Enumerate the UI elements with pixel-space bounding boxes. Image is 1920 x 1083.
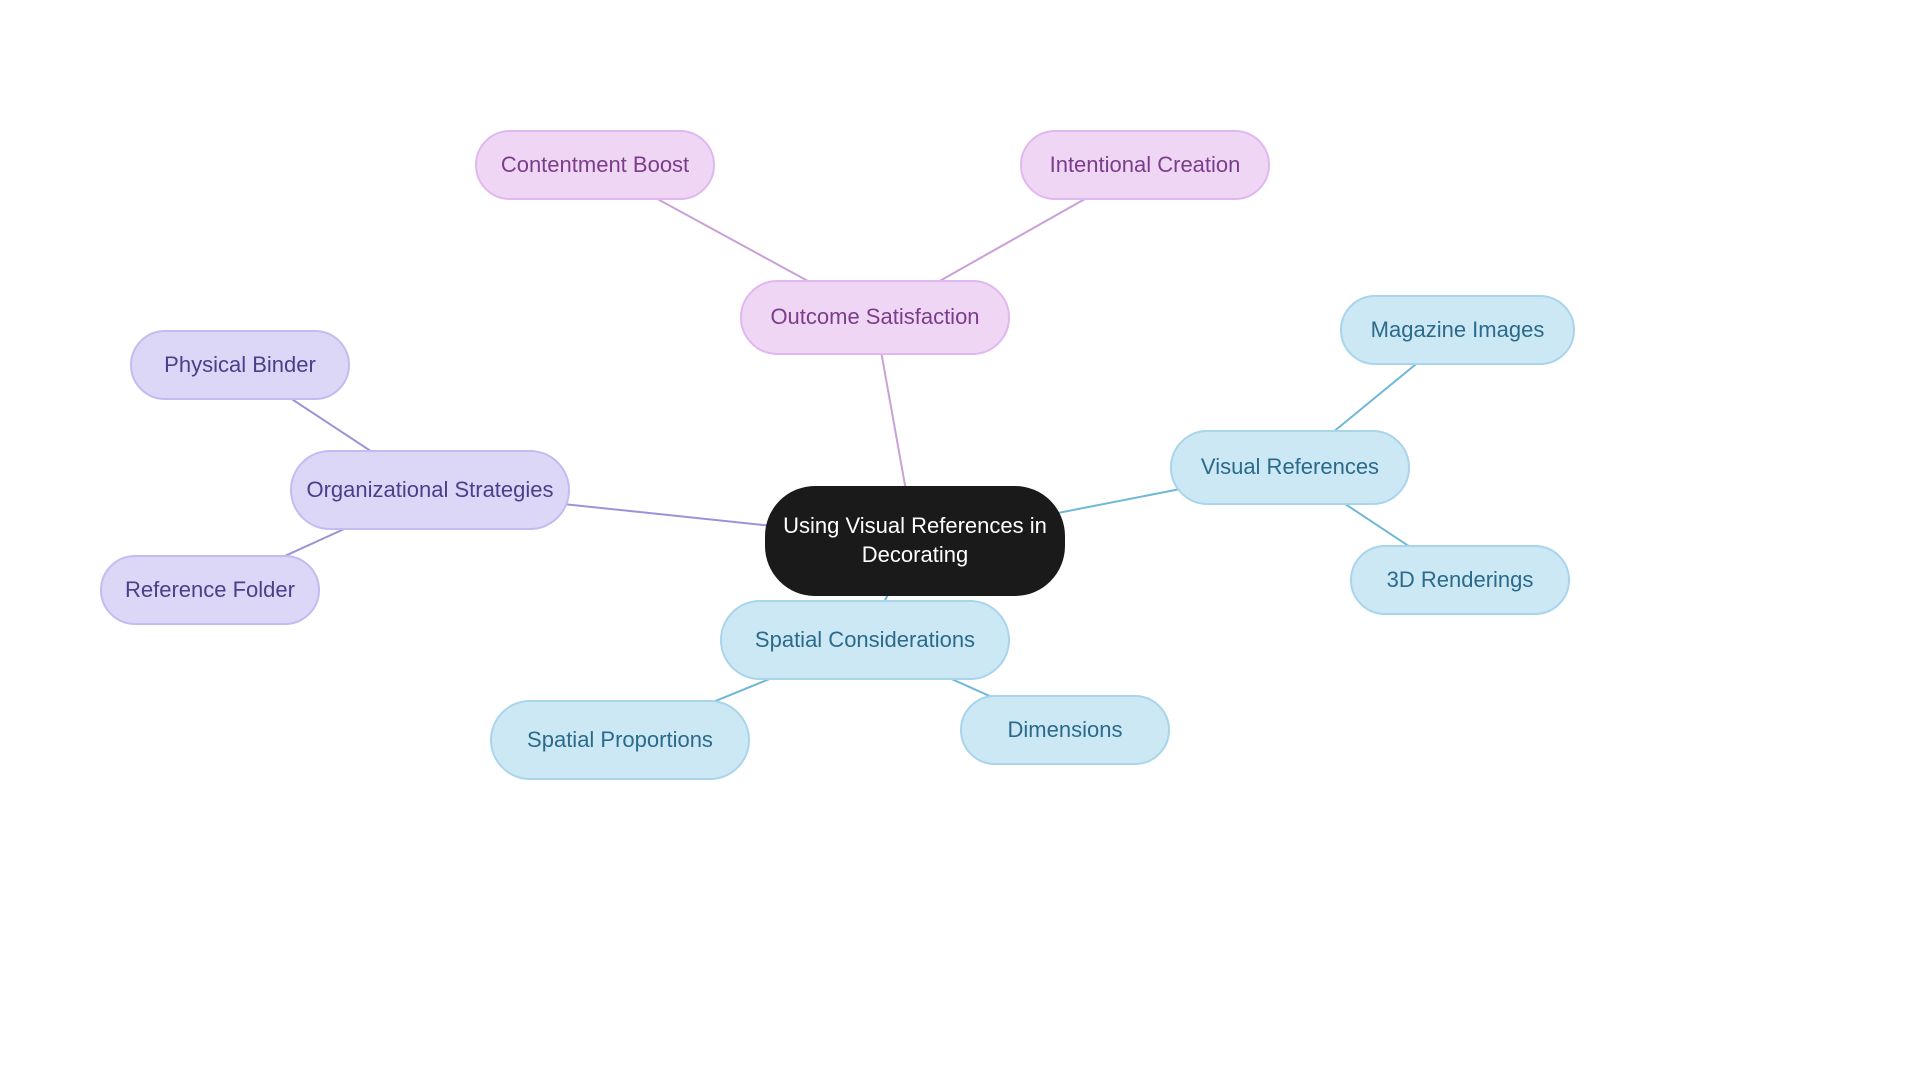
physical-binder-node[interactable]: Physical Binder — [130, 330, 350, 400]
center-node[interactable]: Using Visual References in Decorating — [765, 486, 1065, 596]
reference-folder-label: Reference Folder — [125, 576, 295, 605]
physical-binder-label: Physical Binder — [164, 351, 316, 380]
spatial-considerations-label: Spatial Considerations — [755, 626, 975, 655]
reference-folder-node[interactable]: Reference Folder — [100, 555, 320, 625]
contentment-boost-label: Contentment Boost — [501, 151, 689, 180]
spatial-proportions-label: Spatial Proportions — [527, 726, 713, 755]
spatial-considerations-node[interactable]: Spatial Considerations — [720, 600, 1010, 680]
three-d-renderings-node[interactable]: 3D Renderings — [1350, 545, 1570, 615]
spatial-proportions-node[interactable]: Spatial Proportions — [490, 700, 750, 780]
three-d-renderings-label: 3D Renderings — [1387, 566, 1534, 595]
visual-references-label: Visual References — [1201, 453, 1379, 482]
outcome-satisfaction-label: Outcome Satisfaction — [770, 303, 979, 332]
intentional-creation-node[interactable]: Intentional Creation — [1020, 130, 1270, 200]
contentment-boost-node[interactable]: Contentment Boost — [475, 130, 715, 200]
dimensions-label: Dimensions — [1008, 716, 1123, 745]
visual-references-node[interactable]: Visual References — [1170, 430, 1410, 505]
magazine-images-label: Magazine Images — [1371, 316, 1545, 345]
outcome-satisfaction-node[interactable]: Outcome Satisfaction — [740, 280, 1010, 355]
dimensions-node[interactable]: Dimensions — [960, 695, 1170, 765]
center-node-label: Using Visual References in Decorating — [765, 512, 1065, 569]
organizational-strategies-node[interactable]: Organizational Strategies — [290, 450, 570, 530]
intentional-creation-label: Intentional Creation — [1050, 151, 1241, 180]
magazine-images-node[interactable]: Magazine Images — [1340, 295, 1575, 365]
organizational-strategies-label: Organizational Strategies — [306, 476, 553, 505]
